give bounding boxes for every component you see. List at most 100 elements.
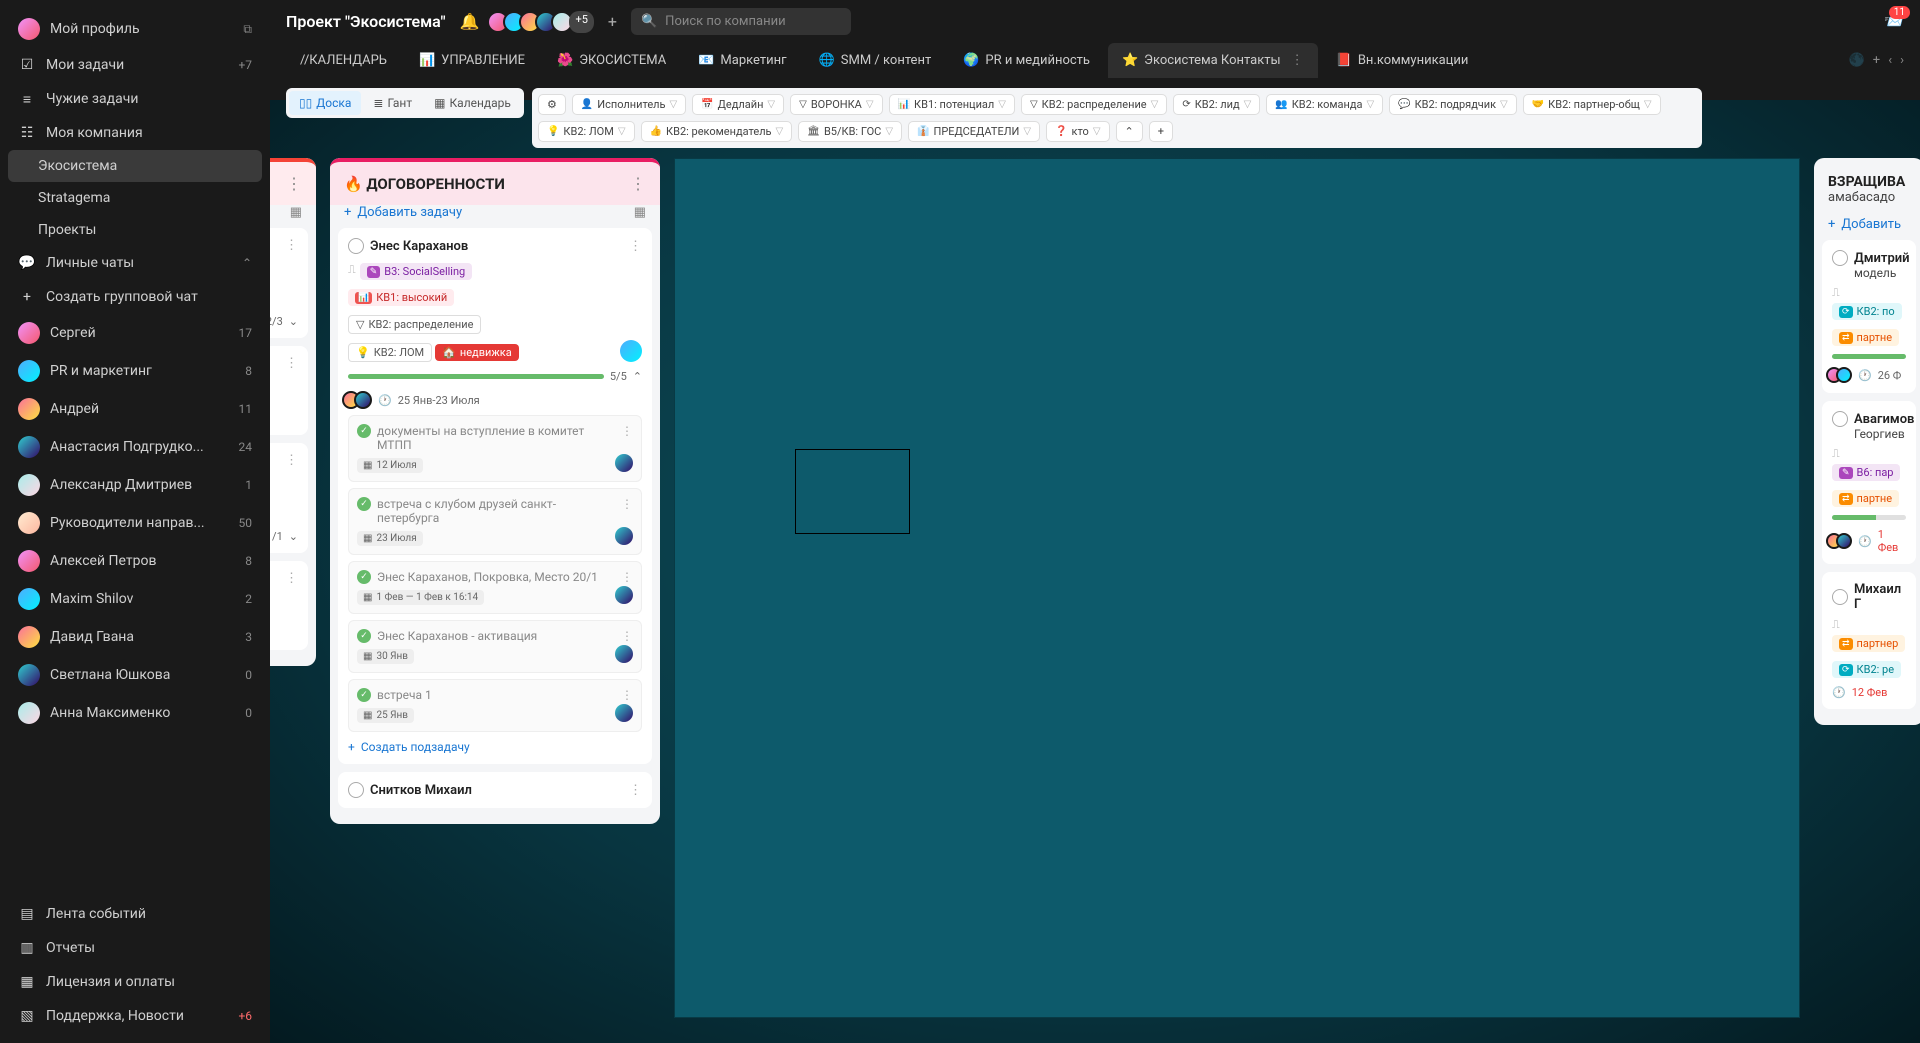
chat-item[interactable]: Светлана Юшкова0 [8, 656, 262, 694]
chevron-down-icon[interactable]: ⌄ [289, 315, 298, 328]
filter-chip[interactable]: 👔ПРЕДСЕДАТЕЛИ▽ [908, 121, 1040, 142]
chat-item[interactable]: Давид Гвана3 [8, 618, 262, 656]
subtask-more-icon[interactable]: ⋮ [621, 629, 633, 643]
tab[interactable]: 📊УПРАВЛЕНИЕ [405, 43, 539, 78]
globe-icon[interactable]: 🌑 [1849, 53, 1865, 68]
chat-item[interactable]: Анна Максименко0 [8, 694, 262, 732]
card-more-icon[interactable]: ⋮ [629, 783, 642, 798]
layout-icon[interactable]: ▦ [290, 205, 302, 220]
check-done-icon[interactable]: ✓ [357, 424, 371, 438]
task-card[interactable]: ...рин⋮...бщ [270, 346, 308, 435]
task-card[interactable]: Авагимов Георгиев ⎍✎B6: пар ⇄партне 🕐1 Ф… [1822, 401, 1916, 564]
license[interactable]: ▦Лицензия и оплаты [8, 965, 262, 999]
chat-item[interactable]: Сергей17 [8, 314, 262, 352]
filter-chip[interactable]: 🏛В5/КВ: ГОС▽ [798, 121, 902, 142]
chat-item[interactable]: PR и маркетинг8 [8, 352, 262, 390]
subtask-more-icon[interactable]: ⋮ [621, 570, 633, 584]
chat-item[interactable]: Александр Дмитриев1 [8, 466, 262, 504]
card-more-icon[interactable]: ⋮ [285, 571, 298, 586]
filter-chip[interactable]: 💡КВ2: ЛОМ▽ [538, 121, 635, 142]
task-card[interactable]: Энес Караханов ⋮ ⎍✎B3: SocialSelling 📊КВ… [338, 228, 652, 764]
filter-chip[interactable]: 👤Исполнитель▽ [572, 94, 686, 115]
filter-chip[interactable]: 🤝КВ2: партнер-общ▽ [1523, 94, 1661, 115]
task-card[interactable]: ...ов⋮...ик2/3⌄ [270, 228, 308, 338]
create-group-chat[interactable]: + Создать групповой чат [8, 280, 262, 314]
subtask-more-icon[interactable]: ⋮ [621, 688, 633, 702]
filter-chip[interactable]: 📅Дедлайн▽ [692, 94, 784, 115]
tab[interactable]: //КАЛЕНДАРЬ [286, 43, 401, 78]
search-input[interactable]: 🔍 Поиск по компании [631, 8, 851, 35]
chat-item[interactable]: Андрей11 [8, 390, 262, 428]
column-more-icon[interactable]: ⋮ [630, 174, 646, 193]
check-icon[interactable] [348, 238, 364, 254]
filter-chip[interactable]: ⟳КВ2: лид▽ [1173, 94, 1260, 115]
tab[interactable]: 🌐SMM / контент [805, 43, 946, 78]
filter-chip[interactable]: 👍КВ2: рекомендатель▽ [641, 121, 793, 142]
add-tab-icon[interactable]: + [1873, 53, 1880, 68]
subtask[interactable]: ✓встреча с клубом друзей санкт-петербург… [348, 488, 642, 555]
card-more-icon[interactable]: ⋮ [285, 238, 298, 253]
chat-item[interactable]: Анастасия Подгрудко...24 [8, 428, 262, 466]
task-card[interactable]: Михаил Г ⎍⇄партнер ⟳КВ2: ре 🕐12 Фев [1822, 572, 1916, 709]
view-gantt[interactable]: ≣Гант [363, 91, 422, 115]
subtask-more-icon[interactable]: ⋮ [621, 424, 633, 438]
subtask[interactable]: ✓встреча 1⋮▦25 Янв [348, 679, 642, 732]
filter-chip[interactable]: 👥КВ2: команда▽ [1266, 94, 1383, 115]
tab-prev-icon[interactable]: ‹ [1888, 53, 1892, 68]
filter-chip[interactable]: 📊КВ1: потенциал▽ [889, 94, 1015, 115]
column-more-icon[interactable]: ⋮ [286, 174, 302, 193]
tab[interactable]: 🌺ЭКОСИСТЕМА [543, 43, 680, 78]
task-card[interactable]: Дмитрий модель ⎍⟳КВ2: по ⇄партне 🕐26 Ф [1822, 240, 1916, 393]
add-task[interactable]: +Добавить задачу▦ [330, 205, 660, 228]
feed[interactable]: ▤Лента событий [8, 897, 262, 931]
chat-item[interactable]: Руководители направ...50 [8, 504, 262, 542]
support[interactable]: ▧Поддержка, Новости+6 [8, 999, 262, 1033]
task-card[interactable]: Снитков Михаил ⋮ [338, 772, 652, 808]
check-done-icon[interactable]: ✓ [357, 570, 371, 584]
subtask-more-icon[interactable]: ⋮ [621, 497, 633, 511]
bell-icon[interactable]: 🔔 [460, 12, 480, 31]
notifications-button[interactable]: 📨 11 [1884, 12, 1904, 31]
filter-chip[interactable]: ❓кто▽ [1046, 121, 1109, 142]
check-icon[interactable] [348, 782, 364, 798]
my-tasks[interactable]: ☑ Мои задачи +7 [8, 48, 262, 82]
tab-more-icon[interactable]: ⋮ [1291, 53, 1304, 68]
add-task[interactable]: +Добавить [1814, 217, 1920, 240]
tab[interactable]: 📕Вн.коммуникации [1322, 43, 1483, 78]
member-avatars[interactable]: +5 [493, 11, 593, 33]
card-more-icon[interactable]: ⋮ [285, 356, 298, 371]
others-tasks[interactable]: ≡ Чужие задачи [8, 82, 262, 116]
chevron-down-icon[interactable]: ⌄ [289, 530, 298, 543]
subtask[interactable]: ✓документы на вступление в комитет МТПП⋮… [348, 415, 642, 482]
chat-item[interactable]: Maxim Shilov2 [8, 580, 262, 618]
tab[interactable]: 🌍PR и медийность [949, 43, 1104, 78]
check-done-icon[interactable]: ✓ [357, 629, 371, 643]
personal-chats[interactable]: 💬 Личные чаты ⌃ [8, 246, 262, 280]
subtask[interactable]: ✓Энес Караханов, Покровка, Место 20/1⋮▦1… [348, 561, 642, 614]
chevron-up-icon[interactable]: ⌃ [633, 370, 642, 383]
check-icon[interactable] [1832, 589, 1848, 605]
check-done-icon[interactable]: ✓ [357, 497, 371, 511]
filter-chip[interactable]: 💬КВ2: подрядчик▽ [1389, 94, 1517, 115]
filter-settings[interactable]: ⚙ [538, 94, 566, 115]
sub-projects[interactable]: Проекты [8, 214, 262, 246]
tab[interactable]: 📧Маркетинг [684, 43, 800, 78]
tab[interactable]: ⭐Экосистема Контакты⋮ [1108, 43, 1318, 78]
card-more-icon[interactable]: ⋮ [285, 453, 298, 468]
check-done-icon[interactable]: ✓ [357, 688, 371, 702]
card-more-icon[interactable]: ⋮ [629, 239, 642, 254]
sidebar-toggle-icon[interactable]: ⧉ [243, 22, 252, 37]
filter-collapse[interactable]: ⌃ [1116, 121, 1143, 142]
task-card[interactable]: ...⋮...датель1/1⌄ [270, 443, 308, 553]
chat-item[interactable]: Алексей Петров8 [8, 542, 262, 580]
filter-chip[interactable]: ▽ВОРОНКА▽ [790, 94, 882, 115]
tab-next-icon[interactable]: › [1900, 53, 1904, 68]
reports[interactable]: ▥Отчеты [8, 931, 262, 965]
check-icon[interactable] [1832, 411, 1848, 427]
add-member-icon[interactable]: + [608, 12, 617, 31]
add-task[interactable]: ...чу▦ [270, 205, 316, 228]
sub-stratagema[interactable]: Stratagema [8, 182, 262, 214]
view-board[interactable]: ▯▯Доска [289, 91, 361, 115]
sub-ecosystem[interactable]: Экосистема [8, 150, 262, 182]
filter-add[interactable]: + [1149, 121, 1173, 142]
